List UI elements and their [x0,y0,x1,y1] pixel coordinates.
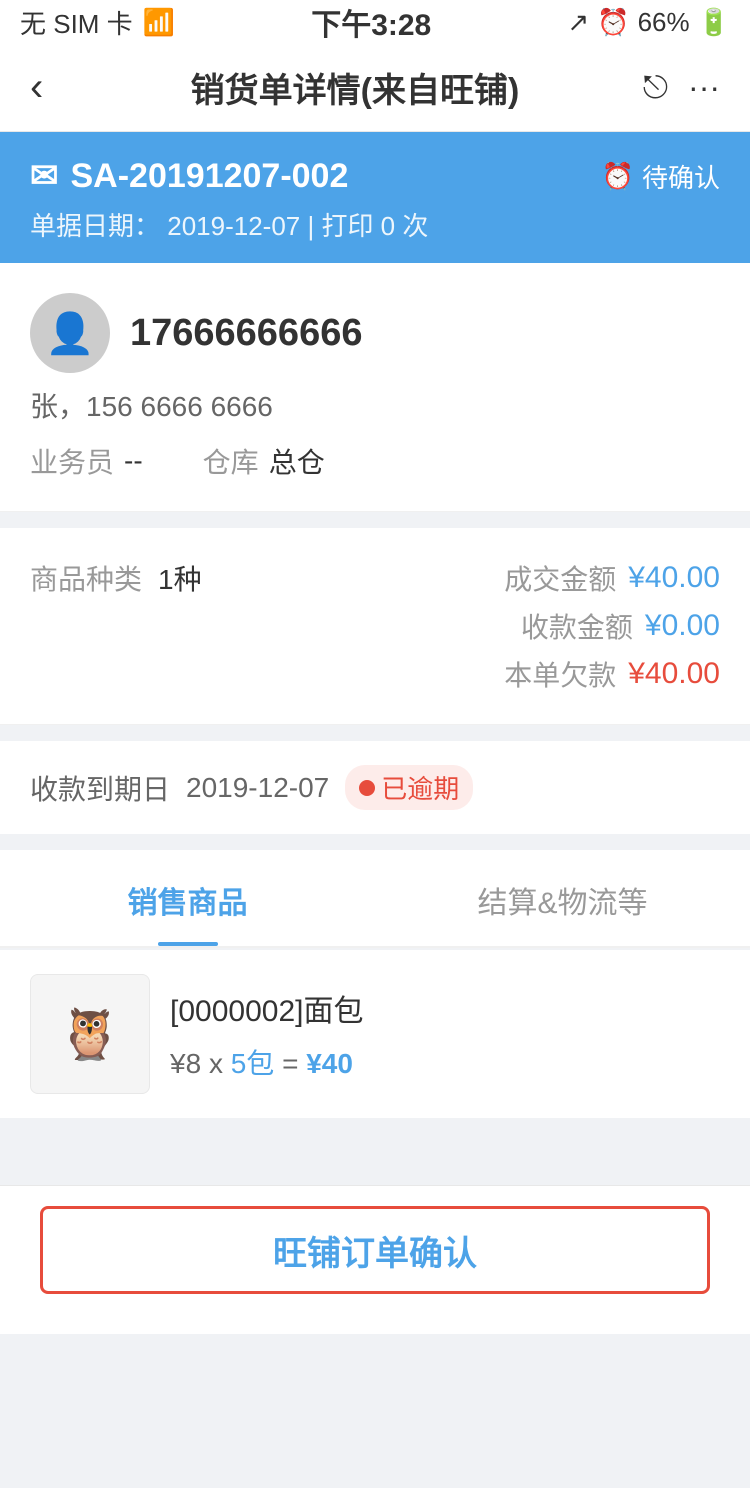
sales-value: -- [124,445,143,477]
warehouse-meta: 仓库 总仓 [203,441,325,481]
more-icon[interactable]: ··· [688,69,720,106]
back-button[interactable]: ‹ [30,65,90,110]
tabs-container: 销售商品 结算&物流等 [0,850,750,948]
amount-value: ¥40.00 [628,561,720,595]
amount-row: 成交金额 ¥40.00 [504,558,720,598]
avatar-icon: 👤 [45,310,95,357]
carrier-text: 无 SIM 卡 [20,4,133,41]
customer-phone: 17666666666 [130,312,362,355]
received-label: 收款金额 [521,606,633,646]
overdue-dot-icon [359,780,375,796]
order-status: ⏰ 待确认 [602,158,720,195]
order-icon: ✉ [30,156,59,196]
print-info: | 打印 0 次 [307,211,428,241]
due-date-label: 收款到期日 [30,768,170,808]
product-price: ¥8 x 5包 = ¥40 [170,1042,720,1082]
nav-bar: ‹ 销货单详情(来自旺铺) ⎋ ··· [0,44,750,132]
status-time: 下午3:28 [311,0,431,44]
order-id-row: ✉ SA-20191207-002 [30,156,348,196]
status-text: 待确认 [642,158,720,195]
battery-text: 66% [638,7,690,38]
received-row: 收款金额 ¥0.00 [521,606,720,646]
warehouse-label: 仓库 [203,441,259,481]
tab-settlement[interactable]: 结算&物流等 [375,850,750,946]
product-total: ¥40 [306,1048,353,1079]
status-clock-icon: ⏰ [602,161,634,192]
location-icon: ↗ [567,7,589,38]
page-title: 销货单详情(来自旺铺) [90,63,620,112]
status-left: 无 SIM 卡 📶 [20,4,175,41]
product-qty: 5包 [231,1048,275,1079]
customer-card: 👤 17666666666 张，156 6666 6666 业务员 -- 仓库 … [0,263,750,512]
sales-meta: 业务员 -- [30,441,143,481]
summary-card: 商品种类 1种 成交金额 ¥40.00 收款金额 ¥0.00 本单欠款 ¥40.… [0,528,750,725]
warehouse-value: 总仓 [269,441,325,481]
price-value: ¥8 [170,1048,201,1079]
owed-value: ¥40.00 [628,657,720,691]
product-thumbnail: 🦉 [30,974,150,1094]
order-header: ✉ SA-20191207-002 ⏰ 待确认 单据日期： 2019-12-07… [0,132,750,263]
amount-label: 成交金额 [504,558,616,598]
product-name: [0000002]面包 [170,986,720,1030]
owed-label: 本单欠款 [504,654,616,694]
product-info: [0000002]面包 ¥8 x 5包 = ¥40 [170,986,720,1082]
due-date-value: 2019-12-07 [186,772,329,804]
share-icon[interactable]: ⎋ [643,69,668,107]
multiply-sign: x [209,1048,223,1079]
equals-sign: = [282,1048,298,1079]
type-label: 商品种类 [30,558,142,598]
wifi-icon: 📶 [143,7,175,38]
status-bar: 无 SIM 卡 📶 下午3:28 ↗ ⏰ 66% 🔋 [0,0,750,44]
date-value: 2019-12-07 [167,211,300,241]
due-date-card: 收款到期日 2019-12-07 已逾期 [0,741,750,834]
order-id-text: SA-20191207-002 [71,157,349,196]
order-date-row: 单据日期： 2019-12-07 | 打印 0 次 [30,206,720,243]
customer-name: 张，156 6666 6666 [30,385,720,425]
sales-label: 业务员 [30,441,114,481]
nav-right-icons: ⎋ ··· [620,69,720,107]
summary-left: 商品种类 1种 [30,558,202,598]
avatar: 👤 [30,293,110,373]
product-card: 🦉 [0000002]面包 ¥8 x 5包 = ¥40 [0,950,750,1118]
owed-row: 本单欠款 ¥40.00 [504,654,720,694]
customer-meta: 业务员 -- 仓库 总仓 [30,441,720,481]
overdue-text: 已逾期 [381,769,459,806]
tabs: 销售商品 结算&物流等 [0,850,750,946]
overdue-badge: 已逾期 [345,765,473,810]
summary-right: 成交金额 ¥40.00 收款金额 ¥0.00 本单欠款 ¥40.00 [504,558,720,694]
battery-icon: 🔋 [698,7,730,38]
bottom-bar: 旺铺订单确认 [0,1185,750,1334]
product-thumb-icon: 🦉 [59,1005,121,1064]
confirm-order-button[interactable]: 旺铺订单确认 [40,1206,710,1294]
received-value: ¥0.00 [645,609,720,643]
status-right: ↗ ⏰ 66% 🔋 [567,7,730,38]
alarm-icon: ⏰ [597,7,629,38]
tab-sales-product[interactable]: 销售商品 [0,850,375,946]
type-value: 1种 [158,558,202,598]
date-label: 单据日期： [30,211,160,241]
